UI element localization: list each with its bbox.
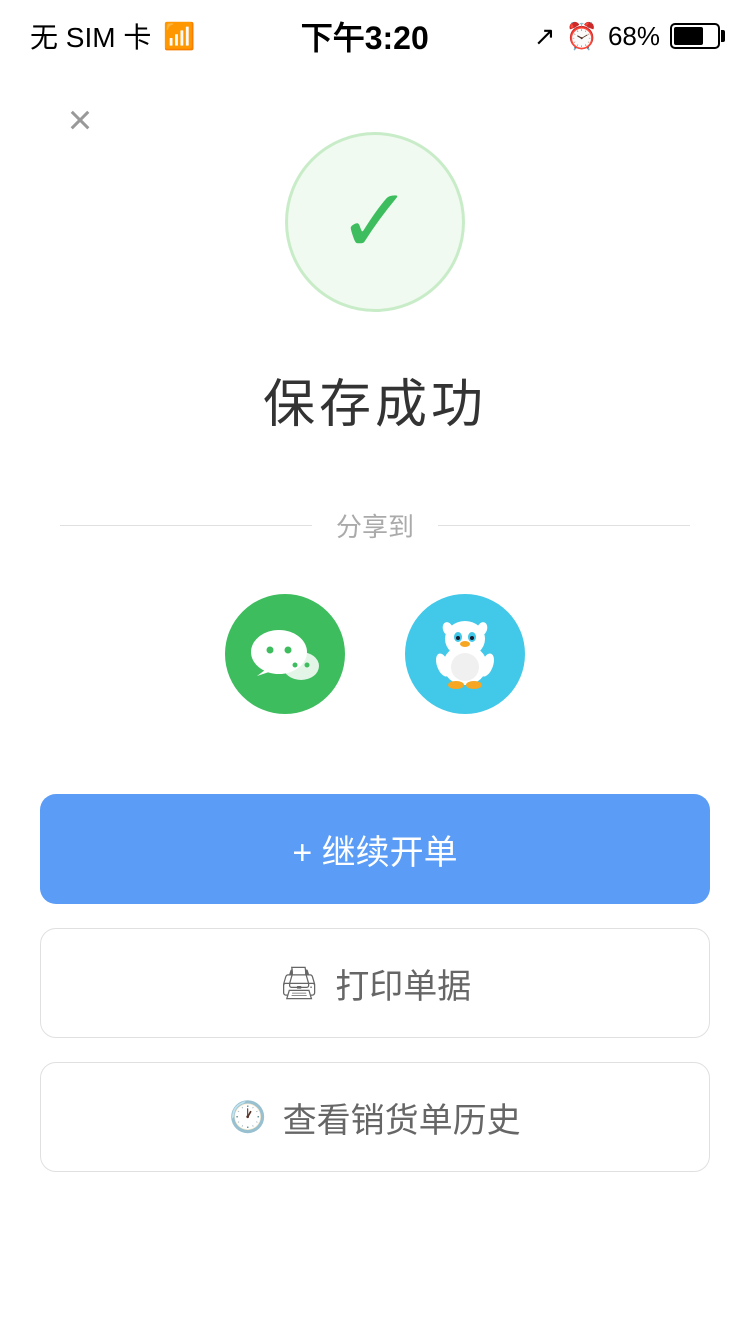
- wifi-icon: 📶: [163, 21, 195, 52]
- history-icon: 🕐: [229, 1100, 266, 1135]
- share-divider: 分享到: [0, 507, 750, 544]
- share-buttons-group: [225, 594, 525, 714]
- status-time: 下午3:20: [301, 13, 429, 59]
- close-icon: ×: [68, 99, 93, 141]
- status-bar: 无 SIM 卡 📶 下午3:20 ↗ ⏰ 68%: [0, 0, 750, 72]
- continue-label: + 继续开单: [292, 825, 457, 874]
- history-label: 查看销货单历史: [283, 1093, 521, 1142]
- divider-line-left: [60, 525, 312, 526]
- main-content: ✓ 保存成功 分享到: [0, 72, 750, 1172]
- checkmark-icon: ✓: [337, 177, 412, 267]
- history-button[interactable]: 🕐 查看销货单历史: [40, 1062, 710, 1172]
- battery-fill: [674, 27, 703, 45]
- continue-order-button[interactable]: + 继续开单: [40, 794, 710, 904]
- status-left: 无 SIM 卡 📶: [30, 16, 196, 56]
- battery-icon: [670, 23, 720, 49]
- alarm-icon: ⏰: [566, 21, 598, 52]
- action-buttons: + 继续开单 🖨 打印单据 🕐 查看销货单历史: [0, 794, 750, 1172]
- close-button[interactable]: ×: [50, 90, 110, 150]
- location-icon: ↗: [534, 21, 556, 52]
- status-right: ↗ ⏰ 68%: [534, 21, 720, 52]
- qq-icon: [436, 619, 494, 689]
- success-title: 保存成功: [263, 362, 487, 437]
- qq-share-button[interactable]: [405, 594, 525, 714]
- print-icon: 🖨: [279, 964, 320, 1002]
- no-sim-label: 无 SIM 卡: [30, 16, 151, 56]
- battery-percent: 68%: [608, 21, 660, 52]
- success-check-circle: ✓: [285, 132, 465, 312]
- print-label: 打印单据: [335, 959, 471, 1008]
- share-label: 分享到: [312, 507, 438, 544]
- print-button[interactable]: 🖨 打印单据: [40, 928, 710, 1038]
- wechat-icon: [249, 624, 321, 684]
- wechat-share-button[interactable]: [225, 594, 345, 714]
- divider-line-right: [438, 525, 690, 526]
